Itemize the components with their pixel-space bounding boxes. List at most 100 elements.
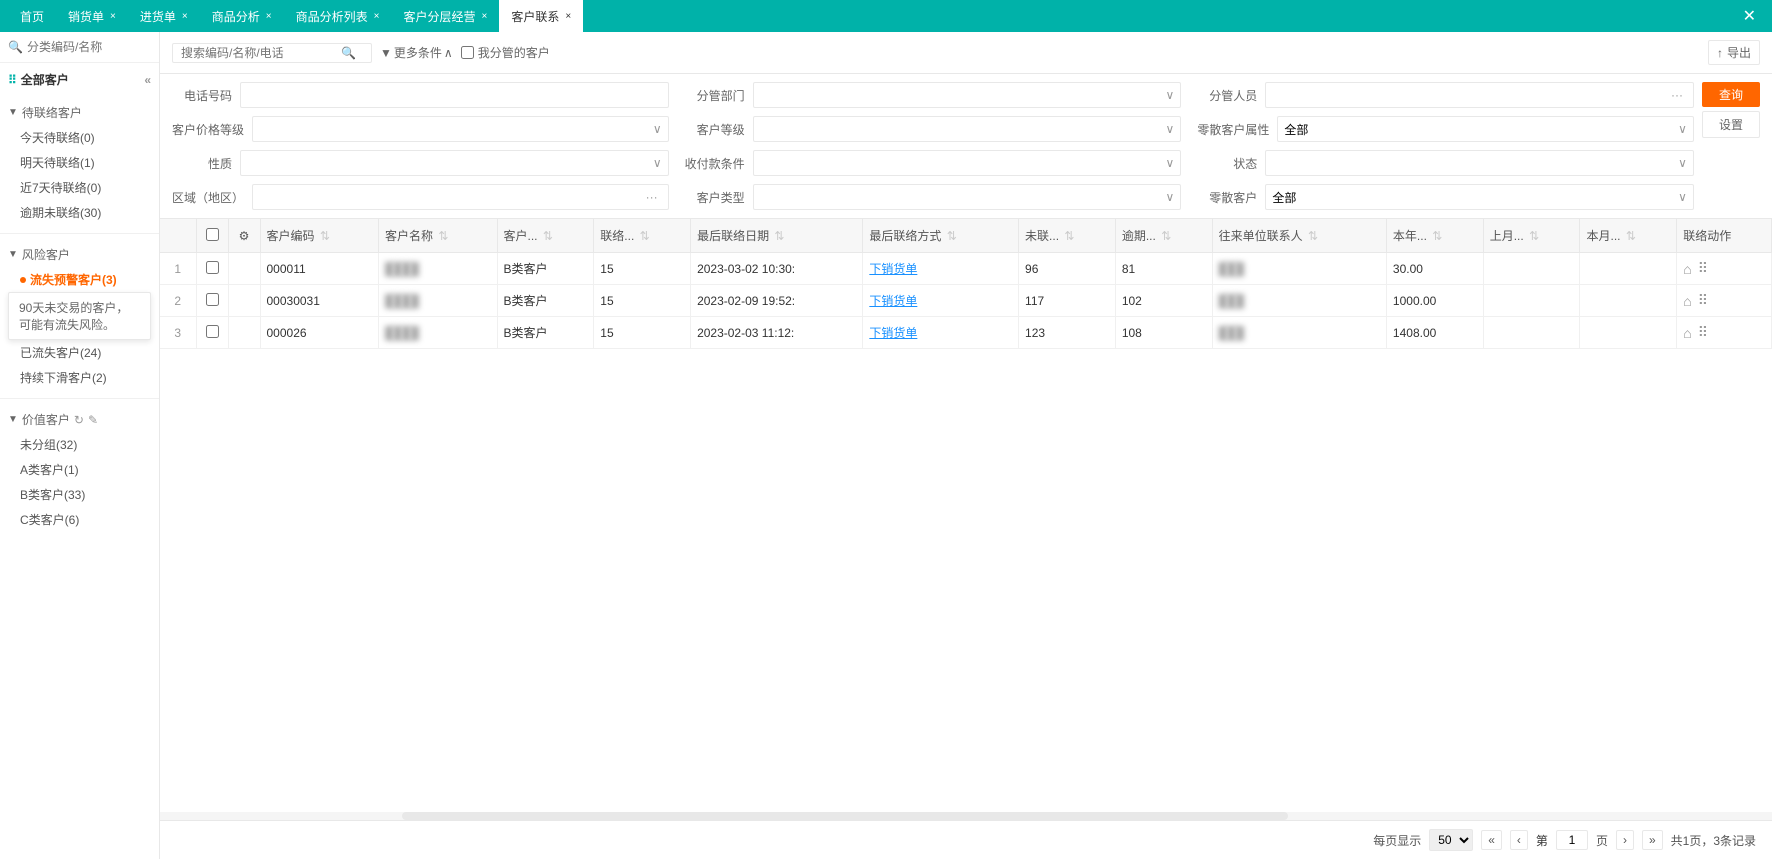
- search-input-wrap: 🔍: [172, 43, 372, 63]
- sidebar-item-today[interactable]: 今天待联络(0): [0, 125, 159, 150]
- sidebar-search-input[interactable]: [27, 40, 160, 54]
- contact-icon[interactable]: ⌂: [1683, 293, 1691, 309]
- close-icon[interactable]: ×: [374, 11, 380, 22]
- cell-check[interactable]: [196, 285, 228, 317]
- th-this-month[interactable]: 本月... ⇅: [1580, 219, 1677, 253]
- close-icon[interactable]: ×: [266, 11, 272, 22]
- sidebar-item-ungrouped[interactable]: 未分组(32): [0, 432, 159, 457]
- horizontal-scrollbar[interactable]: [160, 812, 1772, 820]
- refresh-icon[interactable]: ↻: [74, 413, 84, 427]
- th-setting[interactable]: ⚙: [228, 219, 260, 253]
- close-all-button[interactable]: ✕: [1735, 6, 1764, 26]
- last-method-link[interactable]: 下销货单: [869, 294, 917, 308]
- tab-home[interactable]: 首页: [8, 0, 56, 32]
- sidebar-item-c-class[interactable]: C类客户(6): [0, 507, 159, 532]
- edit-icon[interactable]: ✎: [88, 413, 98, 427]
- th-last-date[interactable]: 最后联络日期 ⇅: [691, 219, 863, 253]
- close-icon[interactable]: ×: [565, 11, 571, 22]
- filter-select-customer-type[interactable]: ∨: [753, 184, 1182, 210]
- filter-select-payment[interactable]: ∨: [753, 150, 1182, 176]
- first-page-button[interactable]: «: [1481, 830, 1502, 850]
- chevron-down-icon: ∨: [653, 156, 662, 170]
- last-method-link[interactable]: 下销货单: [869, 326, 917, 340]
- th-contacts[interactable]: 联络... ⇅: [594, 219, 691, 253]
- collapse-icon[interactable]: «: [144, 73, 151, 87]
- more-action-icon[interactable]: ⠿: [1698, 324, 1708, 341]
- sidebar-item-overdue[interactable]: 逾期未联络(30): [0, 200, 159, 225]
- sidebar-section-title-value[interactable]: ▼ 价值客户 ↻ ✎: [0, 407, 159, 432]
- close-icon[interactable]: ×: [110, 11, 116, 22]
- sidebar-item-tomorrow[interactable]: 明天待联络(1): [0, 150, 159, 175]
- filter-input-phone[interactable]: [240, 82, 669, 108]
- tab-product-analysis[interactable]: 商品分析 ×: [200, 0, 284, 32]
- more-action-icon[interactable]: ⠿: [1698, 292, 1708, 309]
- ellipsis-icon[interactable]: ···: [1667, 88, 1687, 102]
- search-submit-icon[interactable]: 🔍: [341, 46, 356, 60]
- row-checkbox[interactable]: [206, 325, 219, 338]
- select-all-checkbox[interactable]: [206, 228, 219, 241]
- tab-customer-contact[interactable]: 客户联系 ×: [499, 0, 583, 32]
- close-icon[interactable]: ×: [481, 11, 487, 22]
- row-checkbox[interactable]: [206, 293, 219, 306]
- cell-check[interactable]: [196, 317, 228, 349]
- sidebar-all-customers[interactable]: ⠿ 全部客户 «: [0, 63, 159, 96]
- prev-page-button[interactable]: ‹: [1510, 830, 1528, 850]
- next-page-button[interactable]: ›: [1616, 830, 1634, 850]
- sort-icon: ⇅: [1626, 229, 1636, 243]
- th-this-year[interactable]: 本年... ⇅: [1386, 219, 1483, 253]
- contact-icon[interactable]: ⌂: [1683, 261, 1691, 277]
- cell-this-year: 1000.00: [1386, 285, 1483, 317]
- sidebar-item-7days[interactable]: 近7天待联络(0): [0, 175, 159, 200]
- th-check[interactable]: [196, 219, 228, 253]
- th-name[interactable]: 客户名称 ⇅: [379, 219, 498, 253]
- filter-select-region[interactable]: ···: [252, 184, 669, 210]
- page-number-input[interactable]: [1556, 830, 1588, 850]
- tab-sales[interactable]: 销货单 ×: [56, 0, 128, 32]
- sidebar-item-churned[interactable]: 已流失客户(24): [0, 340, 159, 365]
- more-conditions-button[interactable]: ▼ 更多条件 ∧: [380, 44, 453, 61]
- th-uncontacted[interactable]: 未联... ⇅: [1019, 219, 1116, 253]
- cell-last-method[interactable]: 下销货单: [863, 285, 1019, 317]
- more-action-icon[interactable]: ⠿: [1698, 260, 1708, 277]
- last-page-button[interactable]: »: [1642, 830, 1663, 850]
- th-overdue[interactable]: 逾期... ⇅: [1115, 219, 1212, 253]
- filter-select-nature[interactable]: ∨: [240, 150, 669, 176]
- th-unit-contact[interactable]: 往来单位联系人 ⇅: [1212, 219, 1386, 253]
- tab-customer-tier[interactable]: 客户分层经营 ×: [391, 0, 499, 32]
- th-last-method[interactable]: 最后联络方式 ⇅: [863, 219, 1019, 253]
- row-checkbox[interactable]: [206, 261, 219, 274]
- tab-product-analysis-list[interactable]: 商品分析列表 ×: [284, 0, 392, 32]
- per-page-select[interactable]: 50: [1429, 829, 1473, 851]
- search-input[interactable]: [181, 46, 341, 60]
- setting-button[interactable]: 设置: [1702, 111, 1760, 138]
- th-type[interactable]: 客户... ⇅: [497, 219, 594, 253]
- query-button[interactable]: 查询: [1702, 82, 1760, 107]
- sidebar-item-a-class[interactable]: A类客户(1): [0, 457, 159, 482]
- my-customers-checkbox[interactable]: 我分管的客户: [461, 44, 550, 61]
- th-code[interactable]: 客户编码 ⇅: [260, 219, 379, 253]
- cell-check[interactable]: [196, 253, 228, 285]
- sidebar-section-title-pending[interactable]: ▼ 待联络客户: [0, 100, 159, 125]
- sidebar-item-b-class[interactable]: B类客户(33): [0, 482, 159, 507]
- export-button[interactable]: ↑ 导出: [1708, 40, 1760, 65]
- filter-select-casual-attr[interactable]: 全部 ∨: [1277, 116, 1694, 142]
- filter-select-customer-tier[interactable]: ∨: [753, 116, 1182, 142]
- close-icon[interactable]: ×: [182, 11, 188, 22]
- cell-last-method[interactable]: 下销货单: [863, 253, 1019, 285]
- sidebar-section-title-risk[interactable]: ▼ 风险客户: [0, 242, 159, 267]
- filter-select-price-tier[interactable]: ∨: [252, 116, 669, 142]
- th-last-month[interactable]: 上月... ⇅: [1483, 219, 1580, 253]
- tab-purchase[interactable]: 进货单 ×: [128, 0, 200, 32]
- cell-last-method[interactable]: 下销货单: [863, 317, 1019, 349]
- ellipsis-icon[interactable]: ···: [642, 190, 662, 204]
- my-customers-check[interactable]: [461, 46, 474, 59]
- last-method-link[interactable]: 下销货单: [869, 262, 917, 276]
- filter-select-manager[interactable]: ···: [1265, 82, 1694, 108]
- filter-select-dept[interactable]: ∨: [753, 82, 1182, 108]
- contact-icon[interactable]: ⌂: [1683, 325, 1691, 341]
- filter-select-casual-customer[interactable]: 全部 ∨: [1265, 184, 1694, 210]
- sidebar-item-declining[interactable]: 持续下滑客户(2): [0, 365, 159, 390]
- scrollbar-track[interactable]: [402, 812, 1289, 820]
- sidebar-item-churn-warning[interactable]: 流失预警客户(3): [0, 267, 159, 292]
- filter-select-status[interactable]: ∨: [1265, 150, 1694, 176]
